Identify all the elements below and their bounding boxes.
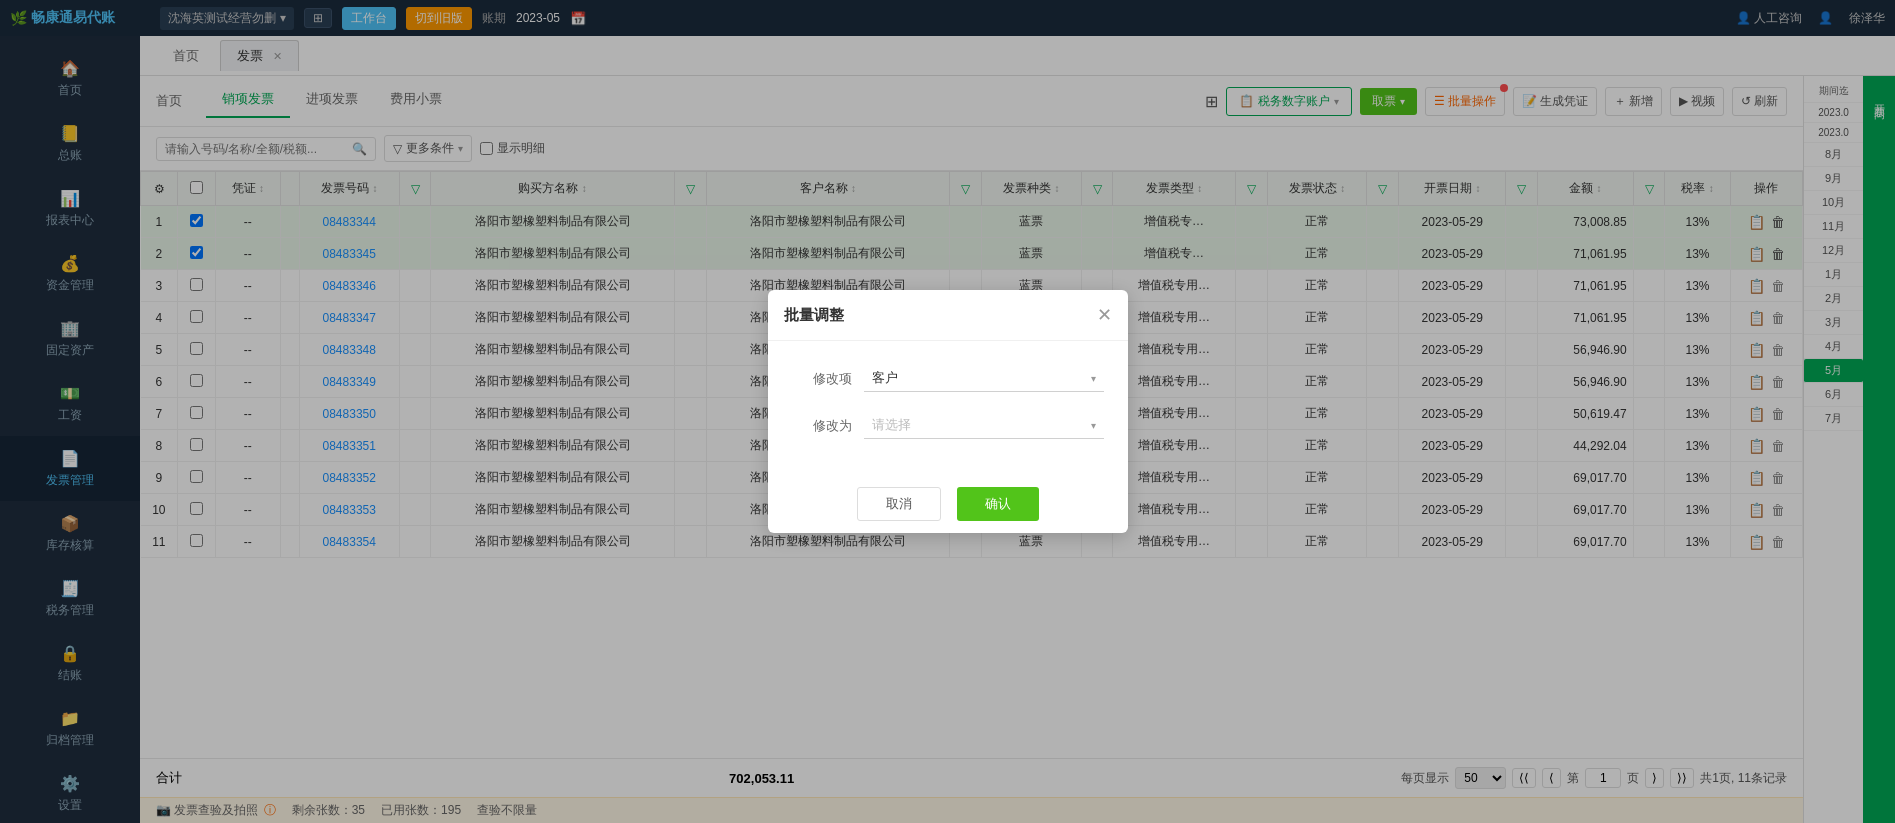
modal-overlay[interactable]: 批量调整 ✕ 修改项 客户 ▾ 修改为 请选择 ▾ 取消 确认: [0, 0, 1895, 823]
modal-header: 批量调整 ✕: [768, 290, 1128, 341]
modal-title: 批量调整: [784, 306, 844, 325]
change-row: 修改为 请选择 ▾: [792, 412, 1104, 439]
field-selector[interactable]: 客户 ▾: [864, 365, 1104, 392]
field-chevron-icon: ▾: [1091, 373, 1096, 384]
change-selector[interactable]: 请选择 ▾: [864, 412, 1104, 439]
batch-adjust-modal: 批量调整 ✕ 修改项 客户 ▾ 修改为 请选择 ▾ 取消 确认: [768, 290, 1128, 533]
change-label: 修改为: [792, 417, 852, 435]
field-row: 修改项 客户 ▾: [792, 365, 1104, 392]
modal-body: 修改项 客户 ▾ 修改为 请选择 ▾: [768, 341, 1128, 475]
change-placeholder: 请选择: [872, 416, 911, 434]
change-chevron-icon: ▾: [1091, 420, 1096, 431]
cancel-button[interactable]: 取消: [857, 487, 941, 521]
confirm-button[interactable]: 确认: [957, 487, 1039, 521]
field-value: 客户: [872, 369, 898, 387]
field-label: 修改项: [792, 370, 852, 388]
modal-close-button[interactable]: ✕: [1097, 304, 1112, 326]
modal-footer: 取消 确认: [768, 475, 1128, 533]
